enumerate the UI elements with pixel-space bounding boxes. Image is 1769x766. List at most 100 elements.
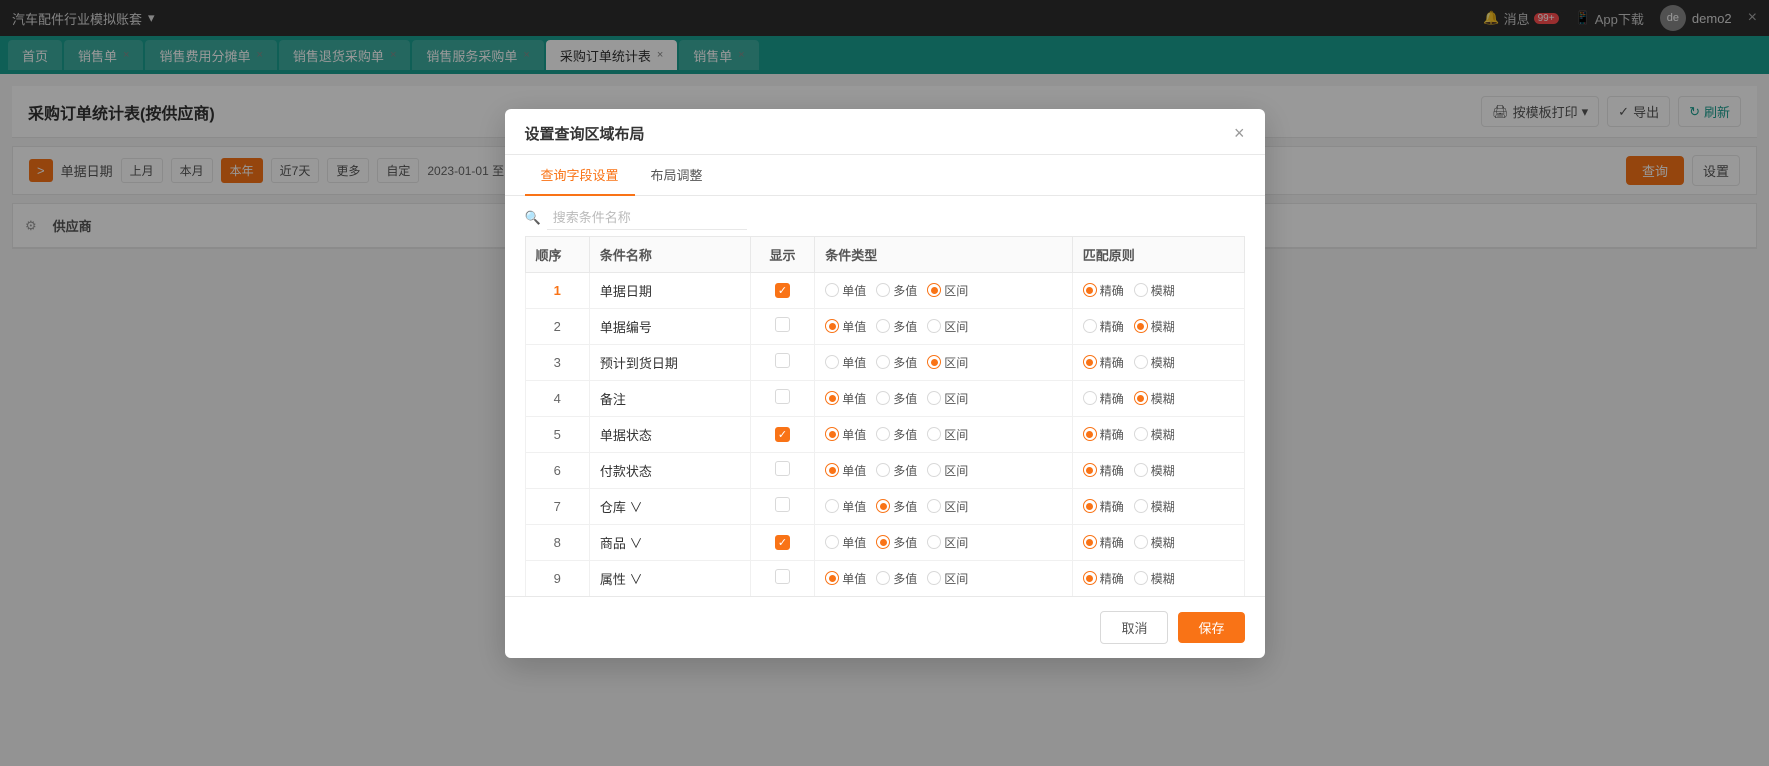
tab-query-fields-label: 查询字段设置 — [541, 168, 619, 183]
type-radio-item[interactable]: 区间 — [927, 534, 968, 551]
type-radio-item[interactable]: 单值 — [825, 354, 866, 371]
radio-circle — [1134, 463, 1148, 477]
type-radio-item[interactable]: 单值 — [825, 462, 866, 479]
type-radio-item[interactable]: 单值 — [825, 426, 866, 443]
radio-label: 区间 — [944, 534, 968, 551]
row-order-gray: 7 — [554, 499, 561, 514]
type-radio-item[interactable]: 多值 — [876, 426, 917, 443]
th-order: 顺序 — [525, 236, 589, 272]
match-radio-item[interactable]: 模糊 — [1134, 282, 1175, 299]
match-radio-item[interactable]: 精确 — [1083, 462, 1124, 479]
type-radio-item[interactable]: 多值 — [876, 354, 917, 371]
match-radio-item[interactable]: 模糊 — [1134, 498, 1175, 515]
display-checkbox[interactable] — [775, 283, 790, 298]
match-label: 模糊 — [1151, 570, 1175, 587]
display-checkbox[interactable] — [775, 353, 790, 368]
row-match-cell: 精确模糊 — [1072, 272, 1244, 308]
display-checkbox[interactable] — [775, 497, 790, 512]
match-radio-item[interactable]: 精确 — [1083, 570, 1124, 587]
type-radio-item[interactable]: 多值 — [876, 498, 917, 515]
row-display-cell[interactable] — [750, 560, 814, 596]
match-radio-item[interactable]: 精确 — [1083, 318, 1124, 335]
type-radio-item[interactable]: 单值 — [825, 282, 866, 299]
type-radio-item[interactable]: 单值 — [825, 534, 866, 551]
match-radio-item[interactable]: 模糊 — [1134, 462, 1175, 479]
row-name-cell: 单据日期 — [589, 272, 750, 308]
display-checkbox[interactable] — [775, 389, 790, 404]
save-button[interactable]: 保存 — [1178, 612, 1244, 643]
radio-circle — [825, 283, 839, 297]
radio-circle — [876, 427, 890, 441]
type-radio-item[interactable]: 单值 — [825, 318, 866, 335]
match-radio-item[interactable]: 精确 — [1083, 282, 1124, 299]
row-display-cell[interactable] — [750, 524, 814, 560]
tab-query-fields[interactable]: 查询字段设置 — [525, 155, 635, 196]
match-radio-item[interactable]: 模糊 — [1134, 570, 1175, 587]
radio-circle — [825, 463, 839, 477]
type-radio-item[interactable]: 区间 — [927, 354, 968, 371]
table-row: 4备注单值多值区间精确模糊 — [525, 380, 1244, 416]
row-match-cell: 精确模糊 — [1072, 380, 1244, 416]
type-radio-item[interactable]: 区间 — [927, 462, 968, 479]
cancel-button[interactable]: 取消 — [1100, 611, 1168, 644]
radio-circle — [876, 535, 890, 549]
radio-circle — [927, 427, 941, 441]
display-checkbox[interactable] — [775, 427, 790, 442]
display-checkbox[interactable] — [775, 317, 790, 332]
type-radio-item[interactable]: 多值 — [876, 390, 917, 407]
match-radio-item[interactable]: 模糊 — [1134, 426, 1175, 443]
row-type-cell: 单值多值区间 — [815, 452, 1073, 488]
match-radio-item[interactable]: 模糊 — [1134, 354, 1175, 371]
display-checkbox[interactable] — [775, 461, 790, 476]
row-name-cell: 仓库 ∨ — [589, 488, 750, 524]
row-display-cell[interactable] — [750, 344, 814, 380]
modal-close-button[interactable]: × — [1234, 124, 1245, 142]
row-display-cell[interactable] — [750, 488, 814, 524]
match-radio-item[interactable]: 模糊 — [1134, 318, 1175, 335]
radio-label: 区间 — [944, 570, 968, 587]
display-checkbox[interactable] — [775, 569, 790, 584]
radio-circle — [927, 319, 941, 333]
row-order-cell: 6 — [525, 452, 589, 488]
type-radio-item[interactable]: 多值 — [876, 318, 917, 335]
type-radio-item[interactable]: 单值 — [825, 498, 866, 515]
row-display-cell[interactable] — [750, 308, 814, 344]
type-radio-group: 单值多值区间 — [825, 426, 1062, 443]
type-radio-item[interactable]: 单值 — [825, 390, 866, 407]
match-radio-item[interactable]: 精确 — [1083, 354, 1124, 371]
radio-circle — [927, 571, 941, 585]
type-radio-item[interactable]: 区间 — [927, 390, 968, 407]
match-radio-item[interactable]: 模糊 — [1134, 390, 1175, 407]
display-checkbox[interactable] — [775, 535, 790, 550]
type-radio-item[interactable]: 区间 — [927, 426, 968, 443]
type-radio-item[interactable]: 多值 — [876, 462, 917, 479]
match-label: 精确 — [1100, 282, 1124, 299]
row-display-cell[interactable] — [750, 272, 814, 308]
row-order-cell: 2 — [525, 308, 589, 344]
type-radio-item[interactable]: 多值 — [876, 570, 917, 587]
row-order-gray: 5 — [554, 427, 561, 442]
row-display-cell[interactable] — [750, 416, 814, 452]
row-type-cell: 单值多值 区间 — [815, 524, 1073, 560]
radio-circle — [927, 355, 941, 369]
tab-layout-adjust[interactable]: 布局调整 — [635, 155, 719, 196]
modal-search-input[interactable] — [547, 206, 747, 230]
type-radio-item[interactable]: 多值 — [876, 282, 917, 299]
radio-circle — [1083, 283, 1097, 297]
match-radio-item[interactable]: 精确 — [1083, 390, 1124, 407]
type-radio-item[interactable]: 区间 — [927, 498, 968, 515]
type-radio-item[interactable]: 区间 — [927, 282, 968, 299]
match-radio-item[interactable]: 精确 — [1083, 426, 1124, 443]
row-display-cell[interactable] — [750, 380, 814, 416]
type-radio-item[interactable]: 区间 — [927, 318, 968, 335]
row-display-cell[interactable] — [750, 452, 814, 488]
match-radio-item[interactable]: 精确 — [1083, 534, 1124, 551]
match-radio-group: 精确模糊 — [1083, 282, 1234, 299]
type-radio-item[interactable]: 多值 — [876, 534, 917, 551]
type-radio-item[interactable]: 区间 — [927, 570, 968, 587]
type-radio-item[interactable]: 单值 — [825, 570, 866, 587]
match-radio-item[interactable]: 模糊 — [1134, 534, 1175, 551]
radio-circle — [825, 535, 839, 549]
match-label: 模糊 — [1151, 318, 1175, 335]
match-radio-item[interactable]: 精确 — [1083, 498, 1124, 515]
